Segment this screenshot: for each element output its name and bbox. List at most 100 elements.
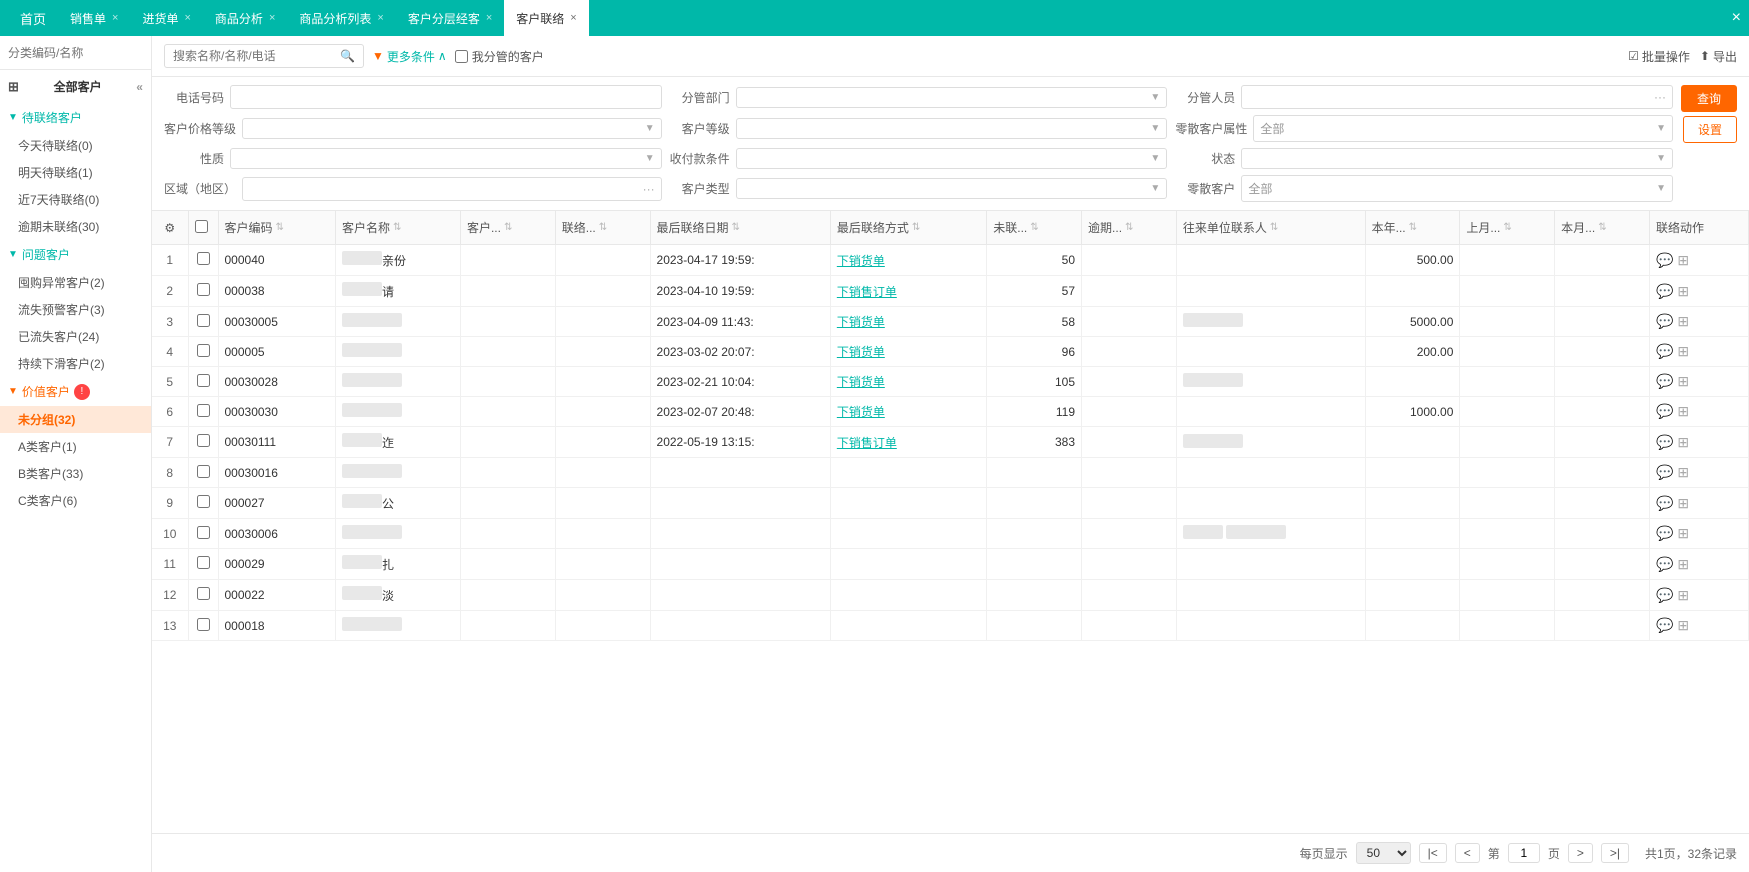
sort-partner-icon[interactable]: ⇅ xyxy=(1270,222,1278,233)
more-action-icon[interactable]: ⊞ xyxy=(1677,403,1689,420)
sidebar-item-tomorrow-pending[interactable]: 明天待联络(1) xyxy=(0,159,151,186)
more-action-icon[interactable]: ⊞ xyxy=(1677,525,1689,542)
first-page-btn[interactable]: |< xyxy=(1419,843,1447,863)
sidebar-item-overdue-pending[interactable]: 逾期未联络(30) xyxy=(0,213,151,240)
more-action-icon[interactable]: ⊞ xyxy=(1677,252,1689,269)
nav-home[interactable]: 首页 xyxy=(8,0,58,36)
row-checkbox-cell[interactable] xyxy=(188,307,218,337)
row-checkbox[interactable] xyxy=(197,526,210,539)
row-checkbox-cell[interactable] xyxy=(188,488,218,519)
payment-select[interactable]: ▼ xyxy=(736,148,1168,169)
row-checkbox[interactable] xyxy=(197,618,210,631)
query-button[interactable]: 查询 xyxy=(1681,85,1737,112)
my-customers-check[interactable] xyxy=(455,50,468,63)
all-customers-header[interactable]: ⊞ 全部客户 « xyxy=(0,70,151,103)
sort-code-icon[interactable]: ⇅ xyxy=(276,222,284,233)
sidebar-item-7day-pending[interactable]: 近7天待联络(0) xyxy=(0,186,151,213)
page-input[interactable] xyxy=(1508,843,1540,863)
customer-type-select[interactable]: ▼ xyxy=(736,178,1168,199)
contact-type-link[interactable]: 下销货单 xyxy=(837,345,885,359)
more-action-icon[interactable]: ⊞ xyxy=(1677,495,1689,512)
sort-no-contact-icon[interactable]: ⇅ xyxy=(1030,222,1038,233)
sidebar-item-abnormal[interactable]: 囤购异常客户(2) xyxy=(0,269,151,296)
close-customer-contact-tab-icon[interactable]: × xyxy=(570,12,576,24)
chat-icon[interactable]: 💬 xyxy=(1656,525,1673,542)
search-input[interactable] xyxy=(173,49,340,63)
nav-tab-analysis[interactable]: 商品分析 × xyxy=(203,0,287,36)
contact-type-link[interactable]: 下销售订单 xyxy=(837,436,897,450)
close-sales-tab-icon[interactable]: × xyxy=(112,12,118,24)
sort-name-icon[interactable]: ⇅ xyxy=(393,222,401,233)
sidebar-item-churn-warning[interactable]: 流失预警客户(3) xyxy=(0,296,151,323)
row-checkbox-cell[interactable] xyxy=(188,458,218,488)
close-analysis-list-tab-icon[interactable]: × xyxy=(377,12,383,24)
chat-icon[interactable]: 💬 xyxy=(1656,556,1673,573)
search-box[interactable]: 🔍 xyxy=(164,44,364,68)
table-checkbox-th[interactable] xyxy=(188,211,218,245)
sort-type2-icon[interactable]: ⇅ xyxy=(912,222,920,233)
more-action-icon[interactable]: ⊞ xyxy=(1677,434,1689,451)
status-select[interactable]: ▼ xyxy=(1241,148,1673,169)
select-all-checkbox[interactable] xyxy=(195,220,208,233)
dept-select[interactable]: ▼ xyxy=(736,87,1168,108)
sidebar-search-input[interactable] xyxy=(8,46,152,60)
sidebar-item-c-class[interactable]: C类客户(6) xyxy=(0,487,151,514)
row-checkbox[interactable] xyxy=(197,283,210,296)
chat-icon[interactable]: 💬 xyxy=(1656,495,1673,512)
batch-op-btn[interactable]: ☑ 批量操作 xyxy=(1628,48,1690,65)
close-customer-tier-tab-icon[interactable]: × xyxy=(486,12,492,24)
sort-type-icon[interactable]: ⇅ xyxy=(504,222,512,233)
row-checkbox[interactable] xyxy=(197,434,210,447)
last-page-btn[interactable]: >| xyxy=(1601,843,1629,863)
more-action-icon[interactable]: ⊞ xyxy=(1677,373,1689,390)
sidebar-item-today-pending[interactable]: 今天待联络(0) xyxy=(0,132,151,159)
prev-page-btn[interactable]: < xyxy=(1455,843,1480,863)
collapse-sidebar-icon[interactable]: « xyxy=(136,80,143,94)
row-checkbox[interactable] xyxy=(197,314,210,327)
retail-customer-select[interactable]: 全部 ▼ xyxy=(1241,175,1673,202)
sort-date-icon[interactable]: ⇅ xyxy=(732,222,740,233)
row-checkbox[interactable] xyxy=(197,344,210,357)
person-select[interactable]: ··· xyxy=(1241,85,1673,109)
sidebar-search-box[interactable]: 🔍 xyxy=(0,36,151,70)
my-customers-checkbox[interactable]: 我分管的客户 xyxy=(455,48,544,65)
contact-type-link[interactable]: 下销售订单 xyxy=(837,285,897,299)
more-action-icon[interactable]: ⊞ xyxy=(1677,587,1689,604)
customer-level-select[interactable]: ▼ xyxy=(736,118,1168,139)
close-analysis-tab-icon[interactable]: × xyxy=(269,12,275,24)
chat-icon[interactable]: 💬 xyxy=(1656,464,1673,481)
row-checkbox-cell[interactable] xyxy=(188,580,218,611)
row-checkbox-cell[interactable] xyxy=(188,519,218,549)
retail-attr-select[interactable]: 全部 ▼ xyxy=(1253,115,1673,142)
price-level-select[interactable]: ▼ xyxy=(242,118,662,139)
chat-icon[interactable]: 💬 xyxy=(1656,403,1673,420)
more-conditions-btn[interactable]: ▼ 更多条件 ∧ xyxy=(372,48,447,65)
sort-last-month-icon[interactable]: ⇅ xyxy=(1503,222,1511,233)
row-checkbox-cell[interactable] xyxy=(188,367,218,397)
nav-tab-analysis-list[interactable]: 商品分析列表 × xyxy=(287,0,395,36)
row-checkbox[interactable] xyxy=(197,556,210,569)
row-checkbox[interactable] xyxy=(197,587,210,600)
nav-tab-sales[interactable]: 销售单 × xyxy=(58,0,130,36)
row-checkbox-cell[interactable] xyxy=(188,427,218,458)
nature-select[interactable]: ▼ xyxy=(230,148,662,169)
table-settings-th[interactable]: ⚙ xyxy=(152,211,188,245)
row-checkbox-cell[interactable] xyxy=(188,245,218,276)
sidebar-group-problem[interactable]: ▼ 问题客户 xyxy=(0,240,151,269)
row-checkbox[interactable] xyxy=(197,252,210,265)
sidebar-item-b-class[interactable]: B类客户(33) xyxy=(0,460,151,487)
contact-type-link[interactable]: 下销货单 xyxy=(837,315,885,329)
sort-overdue-icon[interactable]: ⇅ xyxy=(1125,222,1133,233)
nav-tab-customer-tier[interactable]: 客户分层经客 × xyxy=(396,0,504,36)
chat-icon[interactable]: 💬 xyxy=(1656,283,1673,300)
more-action-icon[interactable]: ⊞ xyxy=(1677,556,1689,573)
more-action-icon[interactable]: ⊞ xyxy=(1677,464,1689,481)
phone-input[interactable] xyxy=(230,85,662,109)
row-checkbox[interactable] xyxy=(197,465,210,478)
next-page-btn[interactable]: > xyxy=(1568,843,1593,863)
sort-year-icon[interactable]: ⇅ xyxy=(1409,222,1417,233)
contact-type-link[interactable]: 下销货单 xyxy=(837,254,885,268)
more-action-icon[interactable]: ⊞ xyxy=(1677,617,1689,634)
sidebar-item-ungroup[interactable]: 未分组(32) xyxy=(0,406,151,433)
reset-button[interactable]: 设置 xyxy=(1683,116,1737,143)
